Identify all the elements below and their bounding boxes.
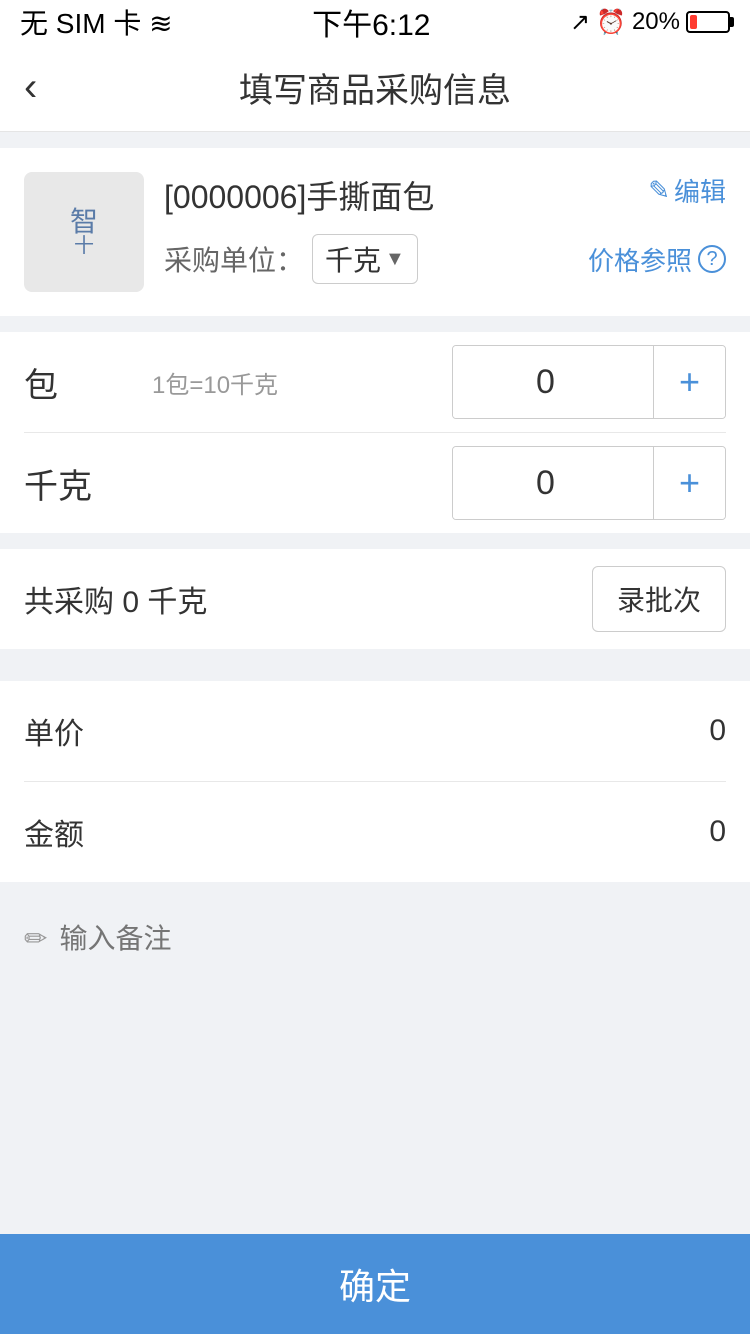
- location-icon: ↗: [570, 8, 590, 37]
- kg-input-row: 千克 +: [0, 433, 750, 533]
- bag-input-row: 包 1包=10千克 +: [0, 332, 750, 432]
- price-amount-section: 单价 0 金额 0: [0, 681, 750, 882]
- kg-quantity-input[interactable]: [453, 447, 653, 519]
- status-left: 无 SIM 卡 ≋: [20, 2, 173, 42]
- confirm-button[interactable]: 确定: [0, 1234, 750, 1334]
- amount-row: 金额 0: [0, 782, 750, 882]
- section-divider-2: [0, 533, 750, 549]
- bag-sublabel: 1包=10千克: [152, 365, 278, 400]
- help-icon: ?: [698, 245, 726, 273]
- price-row: 单价 0: [0, 681, 750, 781]
- bag-quantity-input[interactable]: [453, 346, 653, 418]
- bag-plus-button[interactable]: +: [653, 346, 725, 418]
- nav-bar: ‹ 填写商品采购信息: [0, 44, 750, 132]
- battery-percent: 20%: [632, 8, 680, 36]
- unit-label: 采购单位：: [164, 239, 304, 279]
- product-header: [0000006]手撕面包 ✎ 编辑: [164, 172, 726, 218]
- kg-plus-button[interactable]: +: [653, 447, 725, 519]
- price-value: 0: [709, 714, 726, 748]
- note-input[interactable]: [59, 923, 726, 955]
- price-label: 单价: [24, 709, 84, 753]
- bag-quantity-box: +: [452, 345, 726, 419]
- bag-label: 包: [24, 358, 144, 407]
- product-section: 智 十 [0000006]手撕面包 ✎ 编辑 采购单位： 千克 ▼ 价格参照 ?: [0, 148, 750, 316]
- unit-select-value: 千克: [325, 239, 381, 279]
- amount-value: 0: [709, 815, 726, 849]
- section-divider-3: [0, 649, 750, 665]
- amount-label: 金额: [24, 810, 84, 854]
- page-title: 填写商品采购信息: [239, 63, 511, 112]
- unit-row: 采购单位： 千克 ▼ 价格参照 ?: [164, 234, 726, 284]
- kg-label: 千克: [24, 459, 144, 508]
- note-section: ✏: [0, 898, 750, 979]
- bag-input-section: 包 1包=10千克 + 千克 +: [0, 332, 750, 533]
- battery-icon: [686, 11, 730, 33]
- status-time: 下午6:12: [312, 0, 430, 44]
- product-name: [0000006]手撕面包: [164, 172, 434, 218]
- edit-button[interactable]: ✎ 编辑: [648, 172, 726, 209]
- record-batch-button[interactable]: 录批次: [592, 566, 726, 632]
- product-image: 智 十: [24, 172, 144, 292]
- status-bar: 无 SIM 卡 ≋ 下午6:12 ↗ ⏰ 20%: [0, 0, 750, 44]
- status-right: ↗ ⏰ 20%: [570, 8, 730, 37]
- product-logo: 智 十: [70, 208, 98, 256]
- total-row: 共采购 0 千克 录批次: [0, 549, 750, 649]
- edit-icon: ✎: [648, 175, 670, 206]
- chevron-down-icon: ▼: [385, 248, 405, 271]
- unit-select[interactable]: 千克 ▼: [312, 234, 418, 284]
- section-divider-1: [0, 316, 750, 332]
- total-text: 共采购 0 千克: [24, 577, 207, 621]
- pencil-icon: ✏: [24, 922, 47, 955]
- price-ref-button[interactable]: 价格参照 ?: [588, 241, 726, 278]
- kg-quantity-box: +: [452, 446, 726, 520]
- alarm-icon: ⏰: [596, 8, 626, 37]
- main-spacer: [0, 979, 750, 1234]
- total-amount: 0: [122, 586, 139, 619]
- product-info: [0000006]手撕面包 ✎ 编辑 采购单位： 千克 ▼ 价格参照 ?: [164, 172, 726, 284]
- back-button[interactable]: ‹: [14, 55, 47, 120]
